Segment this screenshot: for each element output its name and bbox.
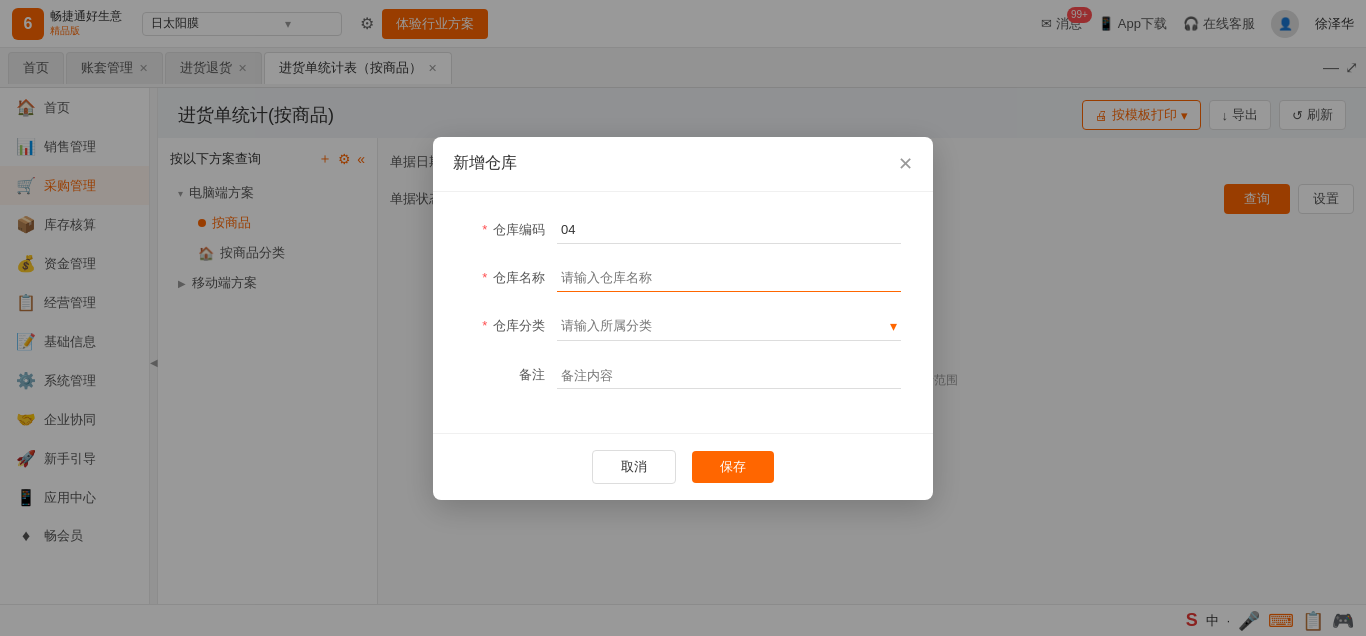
category-input[interactable] xyxy=(561,318,890,333)
category-required-star: * xyxy=(482,318,487,333)
form-row-code: * 仓库编码 xyxy=(465,216,901,244)
category-label-text: 仓库分类 xyxy=(493,318,545,333)
form-row-note: 备注 xyxy=(465,361,901,389)
code-required-star: * xyxy=(482,222,487,237)
code-label-text: 仓库编码 xyxy=(493,222,545,237)
add-warehouse-modal: 新增仓库 ✕ * 仓库编码 * 仓库名称 * 仓库分 xyxy=(433,137,933,500)
cancel-button[interactable]: 取消 xyxy=(592,450,676,484)
note-input[interactable] xyxy=(557,361,901,389)
category-select[interactable]: ▾ xyxy=(557,312,901,341)
category-dropdown-icon: ▾ xyxy=(890,318,897,334)
name-label-text: 仓库名称 xyxy=(493,270,545,285)
modal-title: 新增仓库 xyxy=(453,153,517,174)
form-row-name: * 仓库名称 xyxy=(465,264,901,292)
modal-header: 新增仓库 ✕ xyxy=(433,137,933,192)
save-button[interactable]: 保存 xyxy=(692,451,774,483)
note-label-text: 备注 xyxy=(519,367,545,382)
name-required-star: * xyxy=(482,270,487,285)
code-label: * 仓库编码 xyxy=(465,221,545,239)
name-label: * 仓库名称 xyxy=(465,269,545,287)
code-input[interactable] xyxy=(557,216,901,244)
name-input[interactable] xyxy=(557,264,901,292)
modal-footer: 取消 保存 xyxy=(433,433,933,500)
form-row-category: * 仓库分类 ▾ xyxy=(465,312,901,341)
modal-overlay: 新增仓库 ✕ * 仓库编码 * 仓库名称 * 仓库分 xyxy=(0,0,1366,636)
modal-body: * 仓库编码 * 仓库名称 * 仓库分类 ▾ xyxy=(433,192,933,433)
modal-close-button[interactable]: ✕ xyxy=(898,153,913,175)
category-label: * 仓库分类 xyxy=(465,317,545,335)
note-label: 备注 xyxy=(465,366,545,384)
